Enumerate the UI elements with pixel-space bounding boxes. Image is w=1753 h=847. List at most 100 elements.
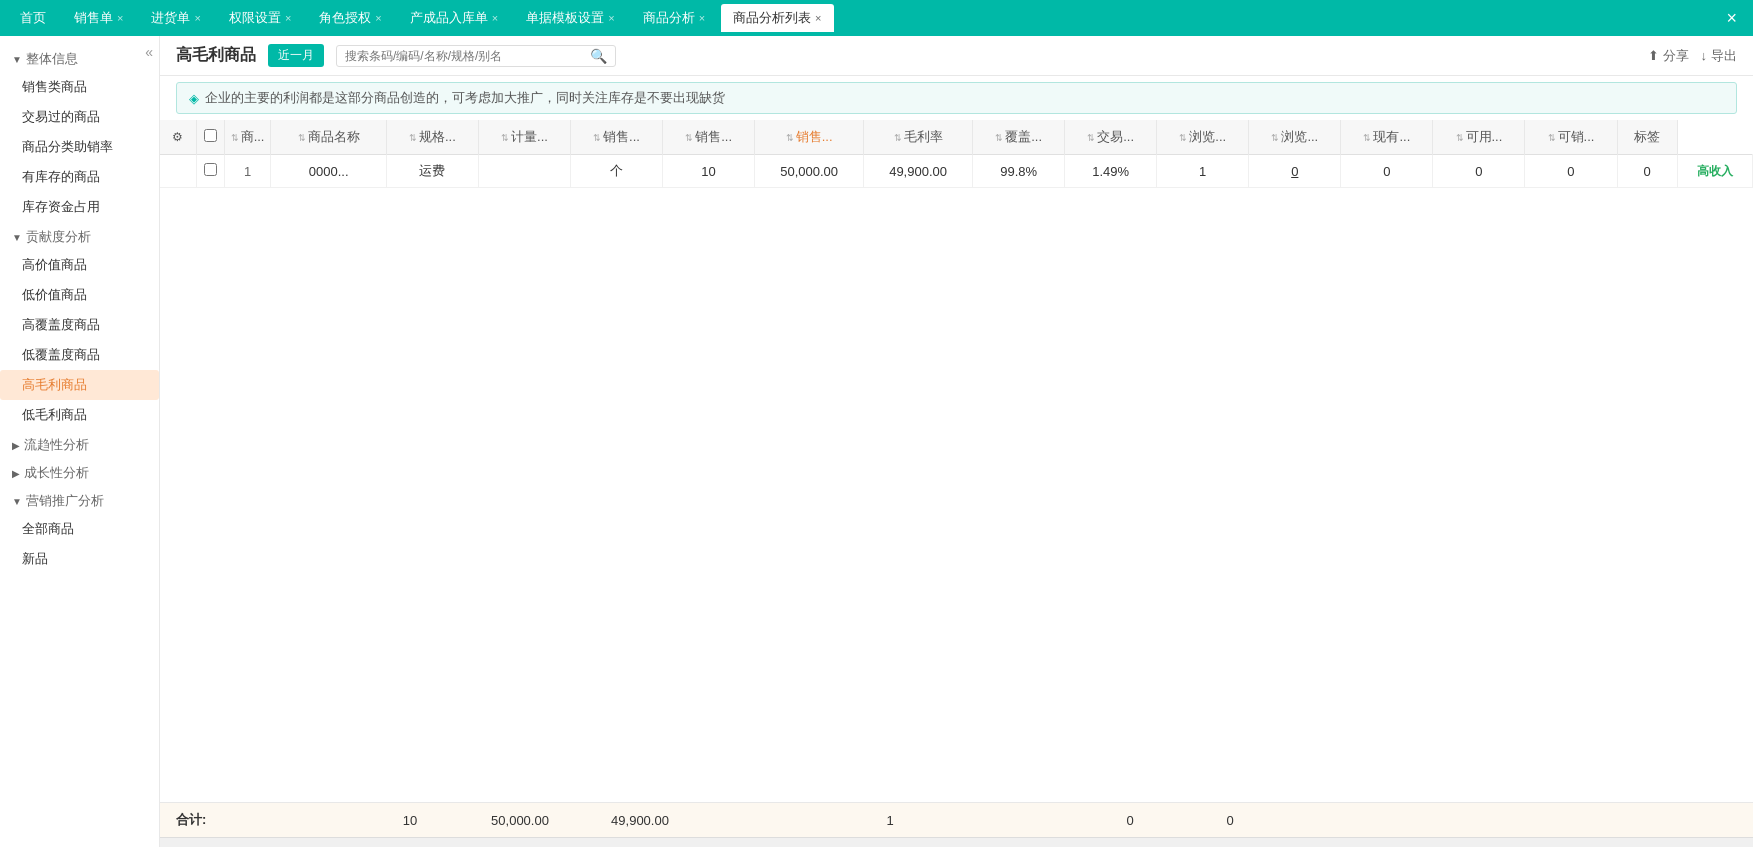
top-nav: 首页 销售单 × 进货单 × 权限设置 × 角色授权 × 产成品入库单 × 单据…	[0, 0, 1753, 36]
row-sales-amount: 50,000.00	[755, 155, 864, 188]
share-button[interactable]: ⬆ 分享	[1648, 47, 1689, 65]
sidebar-item-all-goods[interactable]: 全部商品	[0, 514, 159, 544]
th-spec[interactable]: ⇅规格...	[386, 120, 478, 155]
group-arrow-contribution: ▼	[12, 232, 22, 243]
row-checkbox[interactable]	[196, 155, 224, 188]
sidebar-collapse-btn[interactable]: «	[145, 44, 153, 60]
th-settings[interactable]: ⚙	[160, 120, 196, 155]
tip-icon: ◈	[189, 91, 199, 106]
footer-total: 合计: 10 50,000.00 49,900.00 1 0 0	[160, 802, 1753, 837]
table-row: 1 0000... 运费 个 10 50,000.00 49,900.00 99…	[160, 155, 1753, 188]
th-saleable[interactable]: ⇅可销...	[1525, 120, 1617, 155]
header-actions: ⬆ 分享 ↓ 导出	[1648, 47, 1738, 65]
sidebar-group-overall[interactable]: ▼ 整体信息	[0, 44, 159, 72]
row-saleable: 0	[1617, 155, 1677, 188]
data-table: ⚙ ⇅商... ⇅商品名称 ⇅规格... ⇅计量... ⇅销售... ⇅销售..…	[160, 120, 1753, 188]
sidebar-group-contribution[interactable]: ▼ 贡献度分析	[0, 222, 159, 250]
row-sales-qty: 10	[663, 155, 755, 188]
footer-sales-amount: 50,000.00	[460, 813, 580, 828]
footer-saleable: 0	[1180, 813, 1280, 828]
th-browse1[interactable]: ⇅浏览...	[1157, 120, 1249, 155]
sidebar-item-category-rate[interactable]: 商品分类助销率	[0, 132, 159, 162]
group-arrow-marketing: ▼	[12, 496, 22, 507]
sidebar-item-in-stock[interactable]: 有库存的商品	[0, 162, 159, 192]
sidebar-item-high-coverage[interactable]: 高覆盖度商品	[0, 310, 159, 340]
footer-label: 合计:	[160, 811, 360, 829]
sidebar-group-flow[interactable]: ▶ 流趋性分析	[0, 430, 159, 458]
close-analysis-tab[interactable]: ×	[699, 12, 705, 24]
select-all-checkbox[interactable]	[204, 129, 217, 142]
th-gross-margin[interactable]: ⇅毛利率	[864, 120, 973, 155]
close-window-button[interactable]: ×	[1718, 8, 1745, 29]
th-checkbox[interactable]	[196, 120, 224, 155]
group-arrow-growth: ▶	[12, 468, 20, 479]
bottom-scrollbar[interactable]	[160, 837, 1753, 847]
nav-tab-product-in[interactable]: 产成品入库单 ×	[398, 4, 510, 32]
sidebar-item-low-value[interactable]: 低价值商品	[0, 280, 159, 310]
nav-tab-purchase[interactable]: 进货单 ×	[139, 4, 212, 32]
footer-available: 0	[1080, 813, 1180, 828]
date-filter-button[interactable]: 近一月	[268, 44, 324, 67]
th-unit[interactable]: ⇅计量...	[478, 120, 570, 155]
sidebar-item-new-goods[interactable]: 新品	[0, 544, 159, 574]
row-code: 0000...	[271, 155, 386, 188]
close-template-tab[interactable]: ×	[608, 12, 614, 24]
nav-tab-template[interactable]: 单据模板设置 ×	[514, 4, 626, 32]
row-settings	[160, 155, 196, 188]
th-name[interactable]: ⇅商品名称	[271, 120, 386, 155]
content-header: 高毛利商品 近一月 🔍 ⬆ 分享 ↓ 导出	[160, 36, 1753, 76]
close-role-tab[interactable]: ×	[375, 12, 381, 24]
export-icon: ↓	[1701, 48, 1708, 63]
sidebar-group-growth[interactable]: ▶ 成长性分析	[0, 458, 159, 486]
th-sales-amount[interactable]: ⇅销售...	[663, 120, 755, 155]
export-button[interactable]: ↓ 导出	[1701, 47, 1738, 65]
th-transaction[interactable]: ⇅交易...	[1065, 120, 1157, 155]
nav-tab-role[interactable]: 角色授权 ×	[307, 4, 393, 32]
table-header-row: ⚙ ⇅商... ⇅商品名称 ⇅规格... ⇅计量... ⇅销售... ⇅销售..…	[160, 120, 1753, 155]
close-analysis-list-tab[interactable]: ×	[815, 12, 821, 24]
row-coverage: 1.49%	[1065, 155, 1157, 188]
nav-tab-permission[interactable]: 权限设置 ×	[217, 4, 303, 32]
th-current-stock[interactable]: ⇅现有...	[1341, 120, 1433, 155]
footer-cells: 10 50,000.00 49,900.00 1 0 0	[360, 813, 1753, 828]
row-transaction: 1	[1157, 155, 1249, 188]
footer-transaction: 1	[700, 813, 1080, 828]
nav-tab-analysis[interactable]: 商品分析 ×	[631, 4, 717, 32]
close-purchase-tab[interactable]: ×	[194, 12, 200, 24]
close-product-in-tab[interactable]: ×	[492, 12, 498, 24]
th-available[interactable]: ⇅可用...	[1433, 120, 1525, 155]
sidebar-item-sales-goods[interactable]: 销售类商品	[0, 72, 159, 102]
row-num: 1	[224, 155, 271, 188]
nav-tab-sales[interactable]: 销售单 ×	[62, 4, 135, 32]
share-icon: ⬆	[1648, 48, 1659, 63]
th-sales-qty[interactable]: ⇅销售...	[570, 120, 662, 155]
th-code[interactable]: ⇅商...	[224, 120, 271, 155]
sidebar-item-high-value[interactable]: 高价值商品	[0, 250, 159, 280]
row-available: 0	[1525, 155, 1617, 188]
row-browse2: 0	[1341, 155, 1433, 188]
footer-sales-profit: 49,900.00	[580, 813, 700, 828]
sidebar: « ▼ 整体信息 销售类商品 交易过的商品 商品分类助销率 有库存的商品 库存资…	[0, 36, 160, 847]
th-browse2[interactable]: ⇅浏览...	[1249, 120, 1341, 155]
table-wrapper[interactable]: ⚙ ⇅商... ⇅商品名称 ⇅规格... ⇅计量... ⇅销售... ⇅销售..…	[160, 120, 1753, 802]
nav-tab-analysis-list[interactable]: 商品分析列表 ×	[721, 4, 833, 32]
sidebar-item-capital-use[interactable]: 库存资金占用	[0, 192, 159, 222]
search-icon[interactable]: 🔍	[590, 48, 607, 64]
close-permission-tab[interactable]: ×	[285, 12, 291, 24]
close-sales-tab[interactable]: ×	[117, 12, 123, 24]
sidebar-item-traded-goods[interactable]: 交易过的商品	[0, 102, 159, 132]
search-input[interactable]	[345, 49, 586, 63]
sidebar-group-marketing[interactable]: ▼ 营销推广分析	[0, 486, 159, 514]
sidebar-item-low-margin[interactable]: 低毛利商品	[0, 400, 159, 430]
sidebar-item-high-margin[interactable]: 高毛利商品	[0, 370, 159, 400]
th-sales-profit[interactable]: ⇅销售...	[755, 120, 864, 155]
row-spec	[478, 155, 570, 188]
row-browse1[interactable]: 0	[1249, 155, 1341, 188]
th-coverage[interactable]: ⇅覆盖...	[973, 120, 1065, 155]
row-name: 运费	[386, 155, 478, 188]
th-tag[interactable]: 标签	[1617, 120, 1677, 155]
nav-tab-home[interactable]: 首页	[8, 4, 58, 32]
page-title: 高毛利商品	[176, 45, 256, 66]
sidebar-item-low-coverage[interactable]: 低覆盖度商品	[0, 340, 159, 370]
footer-sales-qty: 10	[360, 813, 460, 828]
